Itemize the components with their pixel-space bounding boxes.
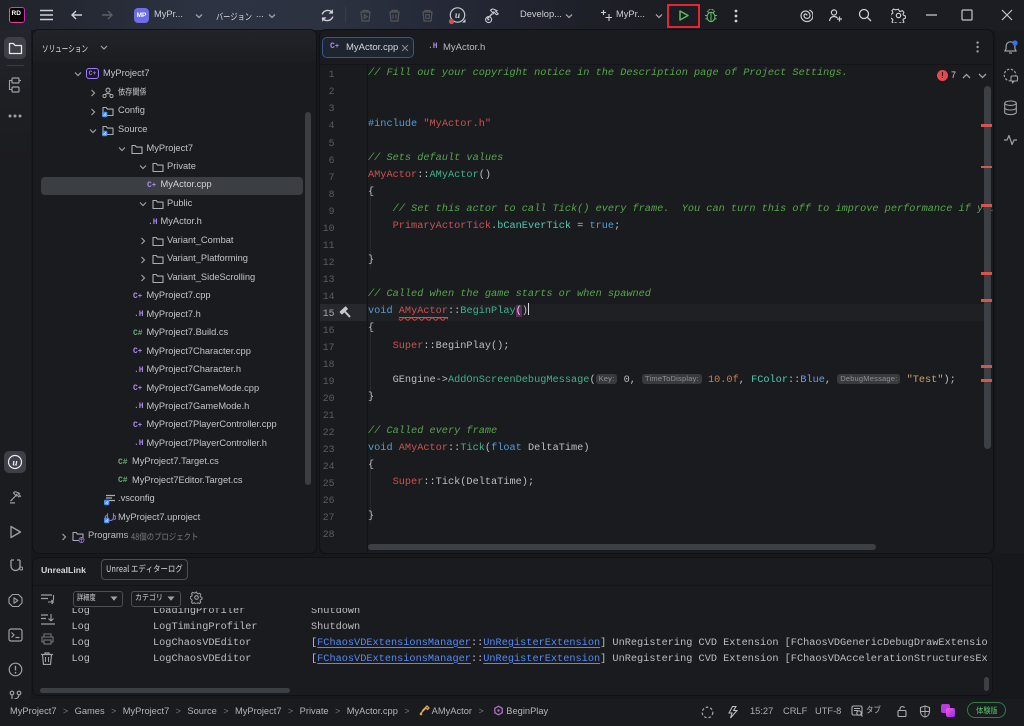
svg-text:u: u: [12, 459, 17, 469]
svg-text:u: u: [455, 11, 460, 21]
